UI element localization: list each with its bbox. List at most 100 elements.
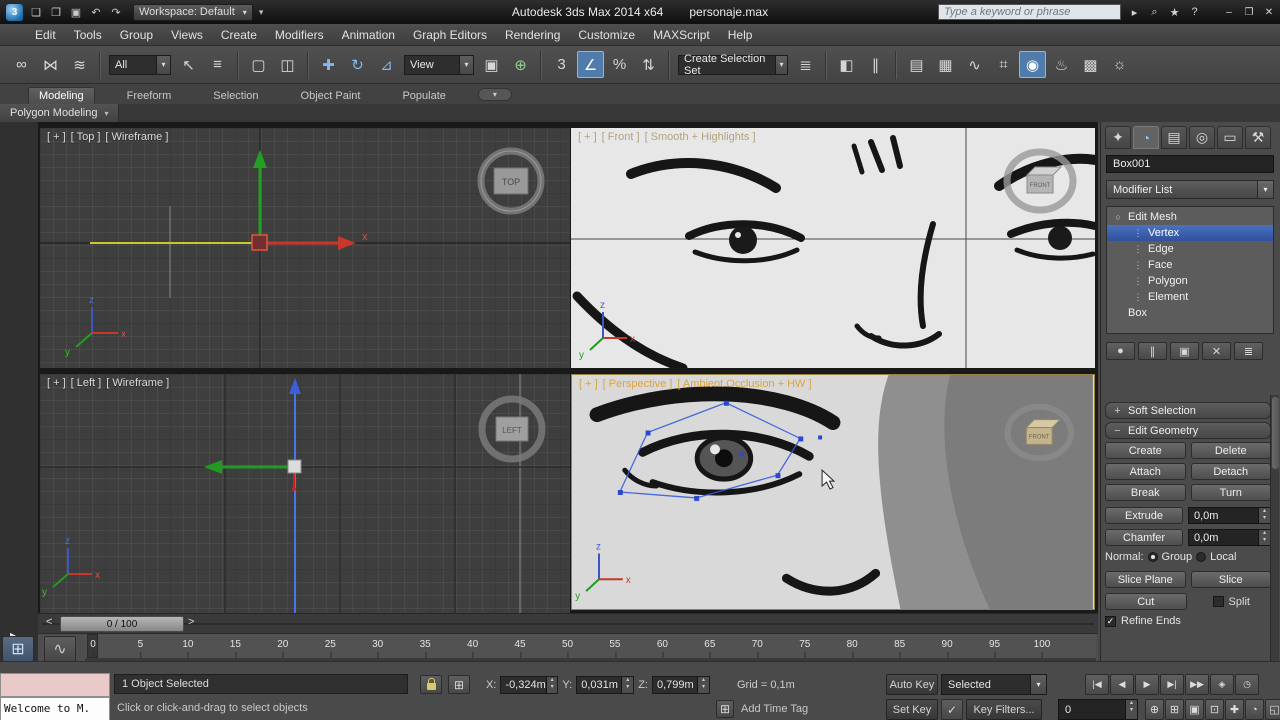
use-pivot-point-icon[interactable]: ▣ [478, 51, 505, 78]
search-input[interactable] [938, 4, 1121, 20]
slice-plane-button[interactable]: Slice Plane [1105, 571, 1186, 588]
turn-button[interactable]: Turn [1190, 484, 1271, 501]
viewport-shading[interactable]: [ Smooth + Highlights ] [645, 131, 756, 143]
viewport-top[interactable]: x TOP z x y [ + ] [ Top ] [ Wireframe ] [40, 128, 570, 368]
track-bar[interactable]: 0 5 10 15 20 25 30 35 40 45 50 55 60 65 70 75 80 85 90 95 10… [38, 633, 1098, 661]
viewport-name[interactable]: [ Left ] [71, 377, 102, 389]
orbit-button[interactable]: ◔ [1245, 699, 1264, 720]
render-setup-icon[interactable]: ♨ [1048, 51, 1075, 78]
viewport-label[interactable]: [ + ] [ Top ] [ Wireframe ] [47, 131, 168, 143]
viewport-shading[interactable]: [ Ambient Occlusion + HW ] [677, 378, 811, 390]
viewport-layout-tab-button[interactable]: ⊞ [2, 636, 34, 662]
tab-create[interactable]: ✦ [1105, 126, 1131, 149]
maximize-button[interactable]: ❐ [1242, 7, 1256, 18]
spinner-arrows[interactable]: ▴ ▾ [621, 677, 634, 693]
undo-icon[interactable]: ↶ [87, 3, 105, 21]
spinner-snap-toggle-icon[interactable]: ⇅ [635, 51, 662, 78]
next-frame-arrow[interactable]: > [188, 616, 194, 628]
save-file-icon[interactable]: ▣ [67, 3, 85, 21]
menu-animation[interactable]: Animation [333, 24, 404, 46]
current-frame-field[interactable]: 0 ▴ ▾ [1058, 699, 1138, 720]
viewport-menu-plus[interactable]: [ + ] [47, 377, 66, 389]
snaps-toggle-icon[interactable]: 3 [548, 51, 575, 78]
viewport-menu-plus[interactable]: [ + ] [579, 378, 598, 390]
menu-create[interactable]: Create [212, 24, 266, 46]
close-button[interactable]: ✕ [1262, 7, 1276, 18]
window-crossing-icon[interactable]: ◫ [274, 51, 301, 78]
viewport-label[interactable]: [ + ] [ Left ] [ Wireframe ] [47, 377, 169, 389]
pan-button[interactable]: ✚ [1225, 699, 1244, 720]
spinner-down-icon[interactable]: ▾ [1259, 537, 1270, 544]
select-and-move-icon[interactable]: ✚ [315, 51, 342, 78]
zoom-region-button[interactable]: ⊡ [1205, 699, 1224, 720]
material-editor-icon[interactable]: ◉ [1019, 51, 1046, 78]
modifier-list-dropdown[interactable]: Modifier List ▾ [1106, 180, 1274, 199]
viewport-front[interactable]: FRONT z x y [ + ] [ Front ] [ Smooth + H… [571, 128, 1095, 368]
viewport-shading[interactable]: [ Wireframe ] [106, 377, 169, 389]
spinner-arrows[interactable]: ▴ ▾ [1258, 530, 1270, 545]
normal-local-radio[interactable] [1196, 552, 1207, 562]
menu-group[interactable]: Group [111, 24, 162, 46]
spinner-arrows[interactable]: ▴ ▾ [1258, 508, 1270, 523]
move-gizmo[interactable]: x [251, 150, 368, 251]
z-coordinate-field[interactable]: 0,799m ▴ ▾ [651, 676, 710, 694]
normal-group-radio[interactable] [1147, 552, 1158, 562]
tab-motion[interactable]: ◎ [1189, 126, 1215, 149]
workspace-dropdown[interactable]: Workspace: Default ▾ [133, 3, 253, 21]
viewport-name[interactable]: [ Perspective ] [603, 378, 673, 390]
viewport-label[interactable]: [ + ] [ Perspective ] [ Ambient Occlusio… [579, 378, 812, 390]
selection-lock-button[interactable] [420, 675, 442, 694]
menu-tools[interactable]: Tools [65, 24, 111, 46]
next-frame-button[interactable]: ▶| [1160, 674, 1184, 695]
x-coordinate-field[interactable]: -0,324m ▴ ▾ [500, 676, 559, 694]
viewport-label[interactable]: [ + ] [ Front ] [ Smooth + Highlights ] [578, 131, 756, 143]
rendered-frame-window-icon[interactable]: ▩ [1077, 51, 1104, 78]
open-file-icon[interactable]: ❐ [47, 3, 65, 21]
stack-item-edge[interactable]: ⋮ Edge [1107, 241, 1273, 257]
spinner-arrows[interactable]: ▴ ▾ [1125, 700, 1137, 719]
set-key-button[interactable]: Set Key [886, 699, 938, 720]
y-coordinate-field[interactable]: 0,031m ▴ ▾ [576, 676, 635, 694]
favorites-star-icon[interactable]: ★ [1167, 4, 1182, 20]
spinner-down-icon[interactable]: ▾ [1259, 515, 1270, 522]
attach-button[interactable]: Attach [1105, 463, 1186, 480]
time-configuration-button[interactable]: ◷ [1235, 674, 1259, 695]
select-object-icon[interactable]: ↖ [175, 51, 202, 78]
select-and-manipulate-icon[interactable]: ⊕ [507, 51, 534, 78]
macro-recorder-pane[interactable] [0, 673, 110, 697]
stack-item-polygon[interactable]: ⋮ Polygon [1107, 273, 1273, 289]
stack-item-box[interactable]: Box [1107, 305, 1273, 321]
edit-named-selections-icon[interactable]: ≣ [792, 51, 819, 78]
spinner-down-icon[interactable]: ▾ [698, 684, 709, 691]
help-icon[interactable]: ? [1187, 4, 1202, 20]
viewcube-top[interactable]: TOP [477, 147, 545, 215]
stack-item-element[interactable]: ⋮ Element [1107, 289, 1273, 305]
graphite-ribbon-toggle-icon[interactable]: ▦ [932, 51, 959, 78]
spinner-arrows[interactable]: ▴ ▾ [696, 677, 709, 693]
mirror-icon[interactable]: ◧ [833, 51, 860, 78]
spinner-up-icon[interactable]: ▴ [1259, 530, 1270, 537]
stack-item-face[interactable]: ⋮ Face [1107, 257, 1273, 273]
previous-frame-button[interactable]: ◀ [1110, 674, 1134, 695]
select-and-scale-icon[interactable]: ⊿ [373, 51, 400, 78]
soft-selection-rollout[interactable]: + Soft Selection [1105, 402, 1271, 419]
menu-views[interactable]: Views [162, 24, 212, 46]
time-slider-handle[interactable]: 0 / 100 [60, 616, 184, 632]
spinner-up-icon[interactable]: ▴ [622, 677, 633, 684]
zoom-extents-button[interactable]: ▣ [1185, 699, 1204, 720]
viewport-name[interactable]: [ Front ] [602, 131, 640, 143]
stack-item-vertex[interactable]: ⋮ Vertex [1107, 225, 1273, 241]
zoom-button[interactable]: ⊕ [1145, 699, 1164, 720]
go-to-end-button[interactable]: ▶▶ [1185, 674, 1209, 695]
delete-button[interactable]: Delete [1190, 442, 1271, 459]
viewport-perspective[interactable]: FRONT z x y [ + ] [ Perspective ] [ Ambi… [571, 374, 1095, 610]
reference-coordinate-dropdown[interactable]: View ▾ [404, 54, 474, 75]
split-checkbox[interactable] [1212, 596, 1224, 607]
make-unique-button[interactable]: ▣ [1170, 342, 1199, 360]
panel-scrollbar[interactable] [1270, 395, 1279, 661]
key-mode-toggle-button[interactable]: ◈ [1210, 674, 1234, 695]
tab-display[interactable]: ▭ [1217, 126, 1243, 149]
bind-to-space-warp-icon[interactable]: ≋ [66, 51, 93, 78]
ribbon-minimize-toggle[interactable]: ▾ [477, 88, 512, 101]
tab-utilities[interactable]: ⚒ [1245, 126, 1271, 149]
